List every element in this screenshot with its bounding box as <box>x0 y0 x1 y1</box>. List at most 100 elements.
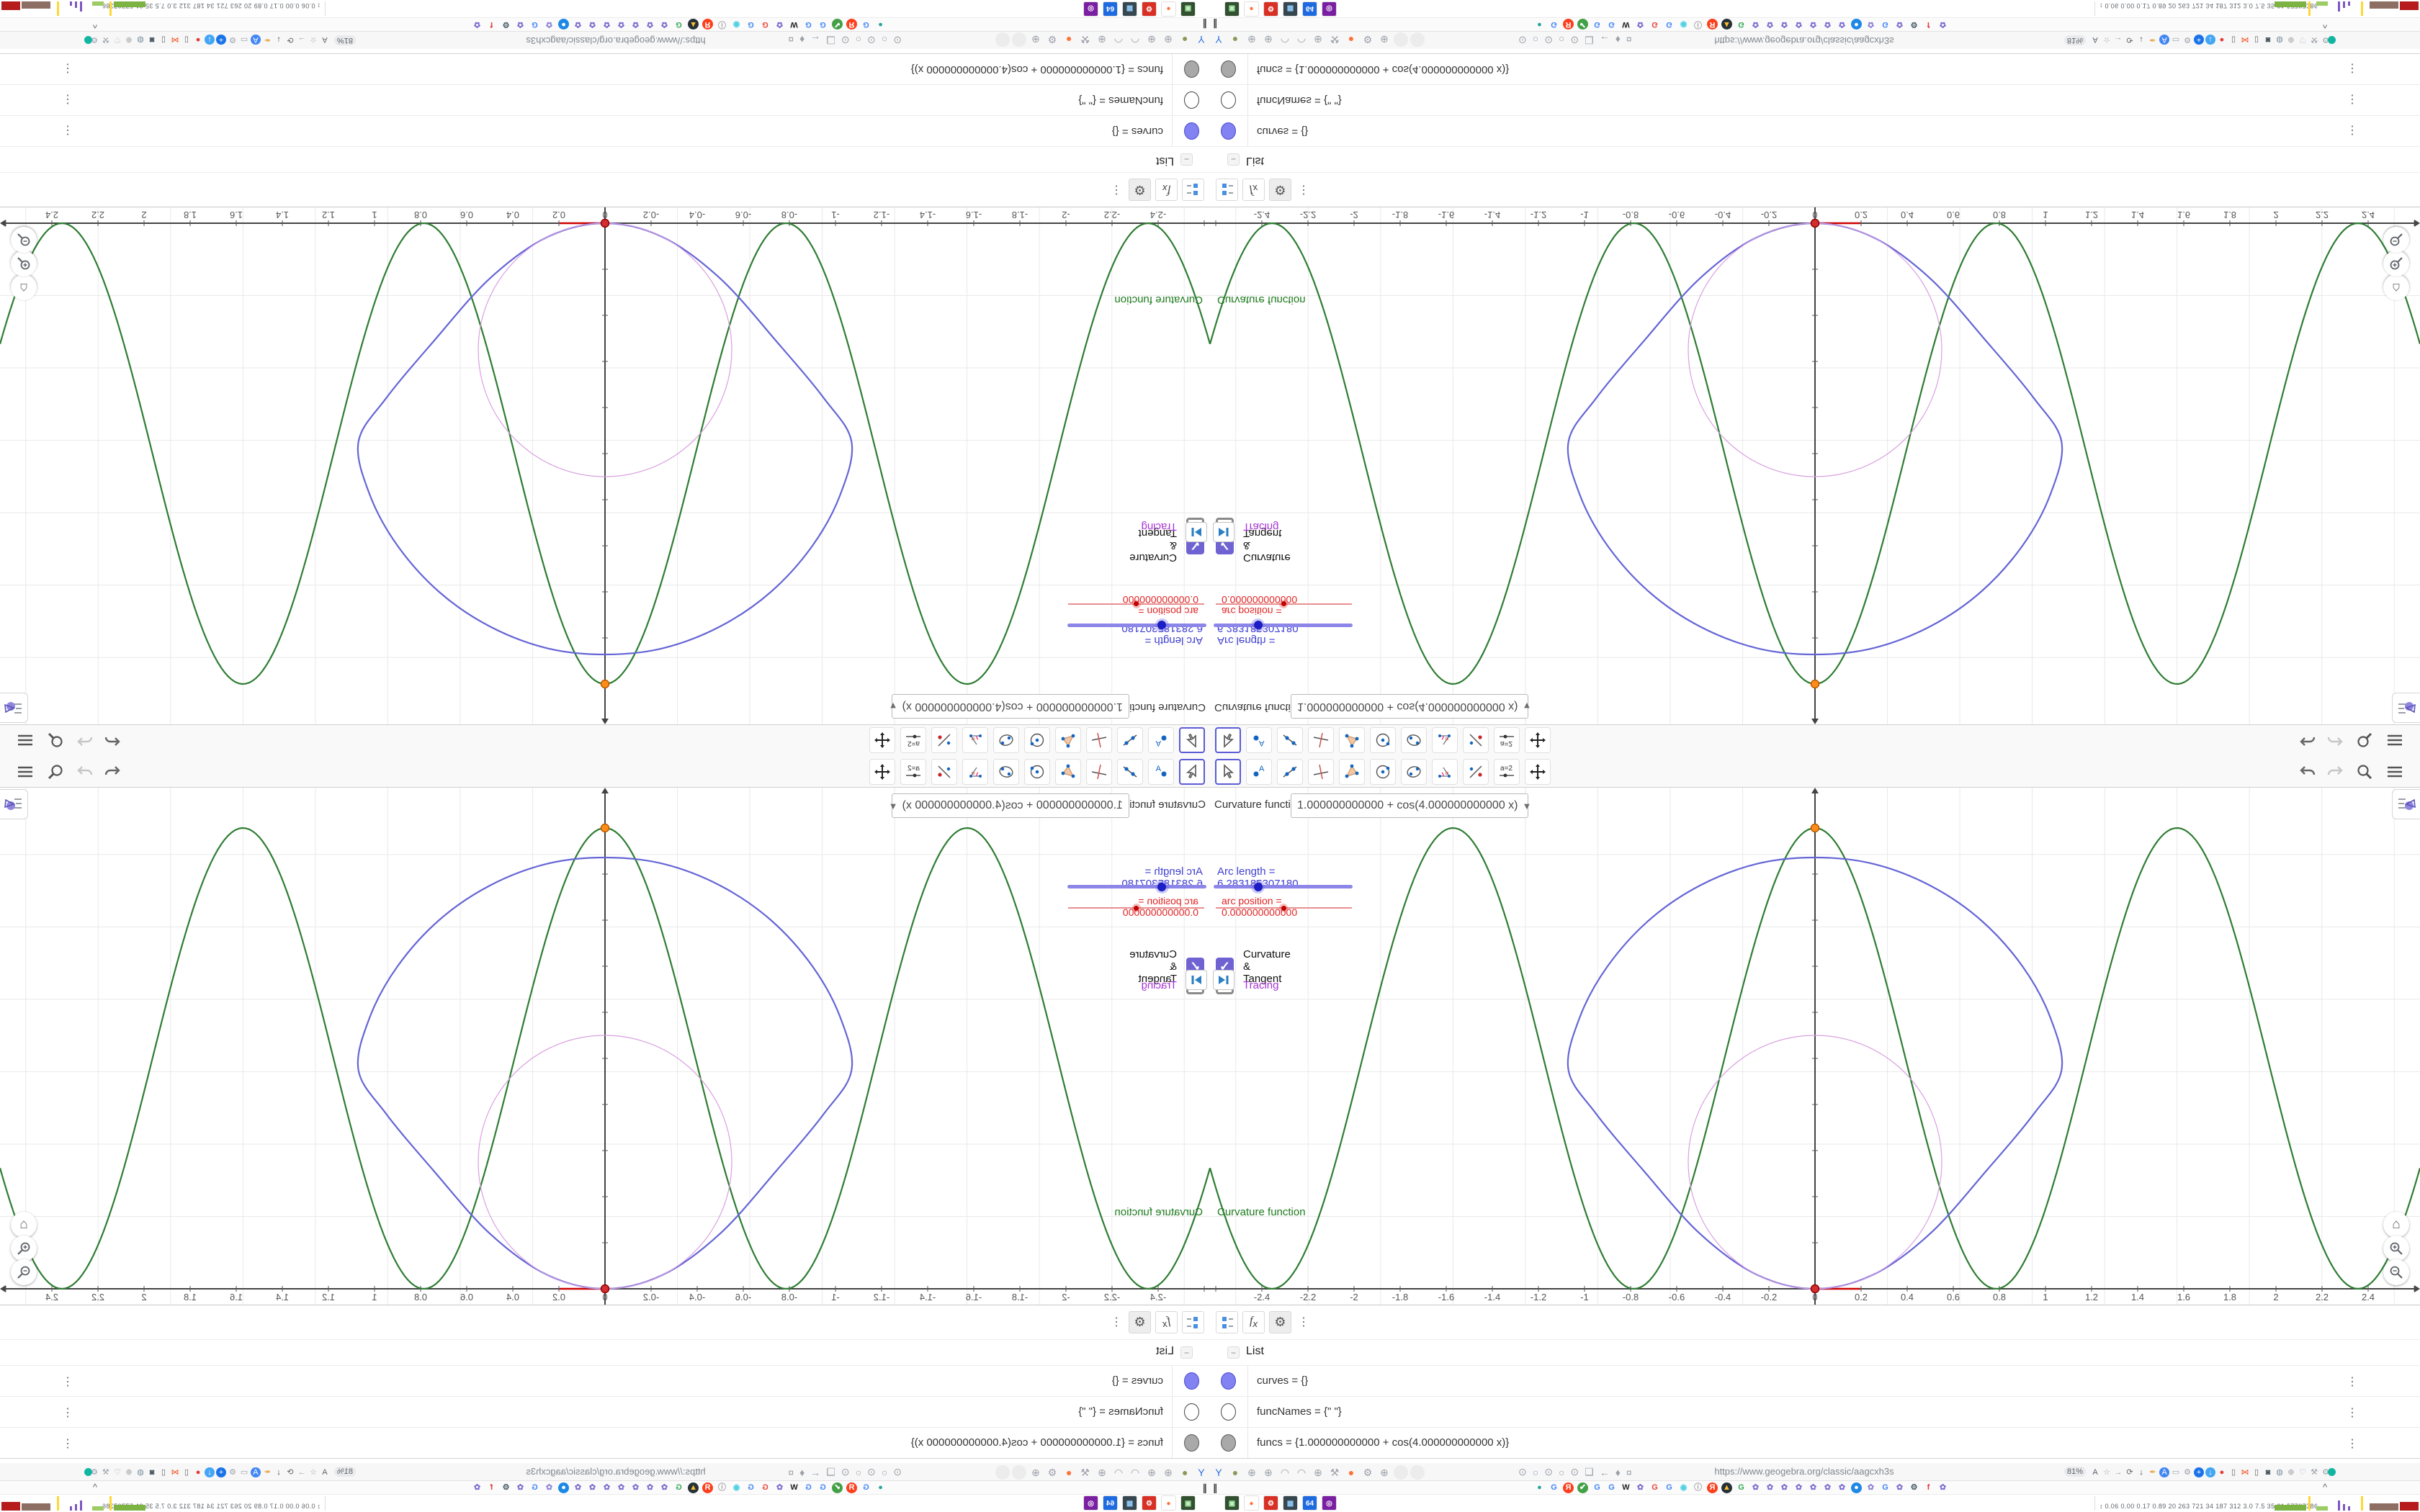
flower-favicon[interactable]: ✿ <box>1750 1482 1761 1493</box>
info-favicon[interactable]: ⓘ <box>1693 19 1703 30</box>
tool-polygon[interactable] <box>1339 759 1365 785</box>
function-dropdown[interactable]: 1.000000000000 + cos(4.000000000000 x) ▼ <box>889 694 1129 719</box>
flower-favicon[interactable]: ✿ <box>587 19 598 30</box>
google-favicon[interactable]: G <box>803 19 814 30</box>
forward-arrow-icon[interactable]: → <box>2113 1467 2123 1477</box>
google-favicon[interactable]: G <box>673 19 684 30</box>
flower-favicon[interactable]: ✿ <box>573 1482 583 1493</box>
folder-icon[interactable]: ❏ <box>1585 34 1594 46</box>
tool-point[interactable]: A <box>1246 727 1272 753</box>
arc-position-slider-knob[interactable] <box>1279 904 1288 912</box>
menu-icon[interactable] <box>2385 732 2404 749</box>
lock-icon[interactable]: ¤ <box>788 35 794 46</box>
flower-favicon[interactable]: ✿ <box>573 19 583 30</box>
page-zoom-badge[interactable]: 81% <box>333 35 356 45</box>
globe-icon[interactable]: ⊕ <box>1161 33 1175 48</box>
gear-icon[interactable]: ⚙ <box>1045 1465 1059 1480</box>
tool-perpendicular-line[interactable] <box>1086 727 1112 753</box>
flower-favicon[interactable]: ✿ <box>1822 1482 1833 1493</box>
flower-favicon[interactable]: ✿ <box>645 19 655 30</box>
yandex-favicon[interactable]: Я <box>1707 19 1718 30</box>
tool-slider[interactable]: a=2 <box>1494 727 1520 753</box>
down-circle-icon[interactable]: ↓ <box>2205 35 2215 45</box>
fx-icon[interactable]: fx <box>1155 179 1178 201</box>
flower-favicon[interactable]: ✿ <box>774 1482 785 1493</box>
bookmarks-overflow-caret[interactable]: ^ <box>93 19 97 30</box>
search-icon[interactable] <box>46 763 65 780</box>
gear-icon[interactable]: ⚙ <box>2182 1467 2192 1477</box>
flower-favicon[interactable]: ✿ <box>616 19 627 30</box>
gear-dark-favicon[interactable]: ⚙ <box>1909 1482 1919 1493</box>
down-circle-icon[interactable]: ↓ <box>2205 1467 2215 1477</box>
collapse-list-button[interactable]: − <box>1180 1346 1193 1359</box>
zoom-in-icon[interactable] <box>2383 251 2409 276</box>
zoom-out-icon[interactable] <box>11 227 37 253</box>
record-icon[interactable]: ● <box>2217 35 2227 45</box>
arc-position-slider-knob[interactable] <box>1132 904 1141 912</box>
tab-terminal-favicon[interactable]: ▣ <box>1224 1495 1240 1511</box>
row-kebab-icon[interactable]: ⋮ <box>62 1374 73 1389</box>
tool-move[interactable] <box>1179 759 1205 785</box>
wikipedia-favicon[interactable]: W <box>1621 1482 1631 1493</box>
wikipedia-favicon[interactable]: W <box>789 1482 799 1493</box>
gear-icon[interactable]: ⚙ <box>1129 1311 1151 1333</box>
tool-circle-center-point[interactable] <box>1370 759 1396 785</box>
circle-icon[interactable]: ○ <box>1533 1467 1538 1478</box>
shield-ud-icon[interactable]: ◙ <box>2263 35 2273 45</box>
tab-vr-favicon[interactable]: ◎ <box>1083 1495 1098 1511</box>
ghost-slot-icon[interactable] <box>1394 1464 1408 1480</box>
flower-favicon[interactable]: ✿ <box>544 19 555 30</box>
tool-move[interactable] <box>1215 727 1241 753</box>
radio-dot-icon[interactable]: ⊙ <box>1518 34 1527 46</box>
marker-icon[interactable]: ✒ <box>2148 1467 2158 1477</box>
arc-length-slider-knob[interactable] <box>1251 618 1265 632</box>
tool-move-graphics-view[interactable] <box>1525 759 1551 785</box>
tab-devtools-favicon[interactable]: ⚙ <box>1142 1495 1157 1511</box>
tool-reflect[interactable] <box>931 727 957 753</box>
gauge-icon[interactable]: ◠ <box>1128 1465 1142 1480</box>
download-icon[interactable]: ↓ <box>2136 1467 2146 1477</box>
f-red-favicon[interactable]: f <box>486 19 497 30</box>
oval-icon[interactable]: ▭ <box>2171 35 2181 45</box>
tool-line[interactable] <box>1117 727 1143 753</box>
tool-polygon[interactable] <box>1055 759 1081 785</box>
flower-favicon[interactable]: ✿ <box>515 1482 526 1493</box>
circle-icon[interactable]: ○ <box>882 35 887 46</box>
tool-move-graphics-view[interactable] <box>869 759 895 785</box>
tab-terminal-favicon[interactable]: ▣ <box>1180 1 1196 17</box>
gauge-icon[interactable]: ◠ <box>1128 33 1142 48</box>
globe-icon[interactable]: ⊕ <box>1161 1465 1175 1480</box>
row-kebab-icon[interactable]: ⋮ <box>2347 92 2358 107</box>
tool-reflect[interactable] <box>931 759 957 785</box>
tool-line[interactable] <box>1277 759 1303 785</box>
row-kebab-icon[interactable]: ⋮ <box>62 92 73 107</box>
tab-monitor-favicon[interactable]: ▦ <box>1122 1 1137 17</box>
google-favicon[interactable]: G <box>1592 1482 1603 1493</box>
zoom-in-icon[interactable] <box>11 251 37 276</box>
tool-angle[interactable]: α <box>962 727 988 753</box>
graphics-view[interactable]: -2.4 -2.2 -2 -1.8 -1.6 -1.4 -1.2 -1 -0.8 -0.6 -0.4… <box>1210 207 2420 724</box>
gear-icon[interactable]: ⚙ <box>1269 1311 1291 1333</box>
style-bar-kebab-icon[interactable]: ⋮ <box>1111 183 1122 197</box>
info-favicon[interactable]: ⓘ <box>1693 1482 1703 1493</box>
back-arrow-icon[interactable]: ← <box>810 35 820 46</box>
flower-favicon[interactable]: ✿ <box>1765 1482 1775 1493</box>
translate-blue-icon[interactable]: A <box>251 1467 261 1477</box>
arc-position-slider[interactable] <box>1216 600 1352 608</box>
row-kebab-icon[interactable]: ⋮ <box>2347 1436 2358 1451</box>
bookmarks-overflow-caret[interactable]: ^ <box>93 1482 97 1493</box>
tool-circle-center-point[interactable] <box>1370 727 1396 753</box>
firefox-icon[interactable]: ● <box>1062 1465 1076 1480</box>
ghost-slot-icon[interactable] <box>1012 32 1026 48</box>
tab-save64-favicon[interactable]: 64 <box>1302 1 1317 17</box>
fx-icon[interactable]: fx <box>1242 1311 1265 1333</box>
arc-length-slider[interactable] <box>1067 618 1206 632</box>
algebra-row-curves[interactable]: curves = {} ⋮ <box>1210 1365 2420 1396</box>
wrench-icon[interactable]: ⚒ <box>1327 1465 1342 1480</box>
record-icon[interactable]: ● <box>193 1467 203 1477</box>
gear-icon[interactable]: ⚙ <box>1361 33 1375 48</box>
wrench-icon[interactable]: ⚒ <box>1327 33 1342 48</box>
badge-icon[interactable]: ◍ <box>2275 35 2285 45</box>
visibility-dot-curves[interactable] <box>1221 122 1236 140</box>
row-kebab-icon[interactable]: ⋮ <box>2347 61 2358 76</box>
